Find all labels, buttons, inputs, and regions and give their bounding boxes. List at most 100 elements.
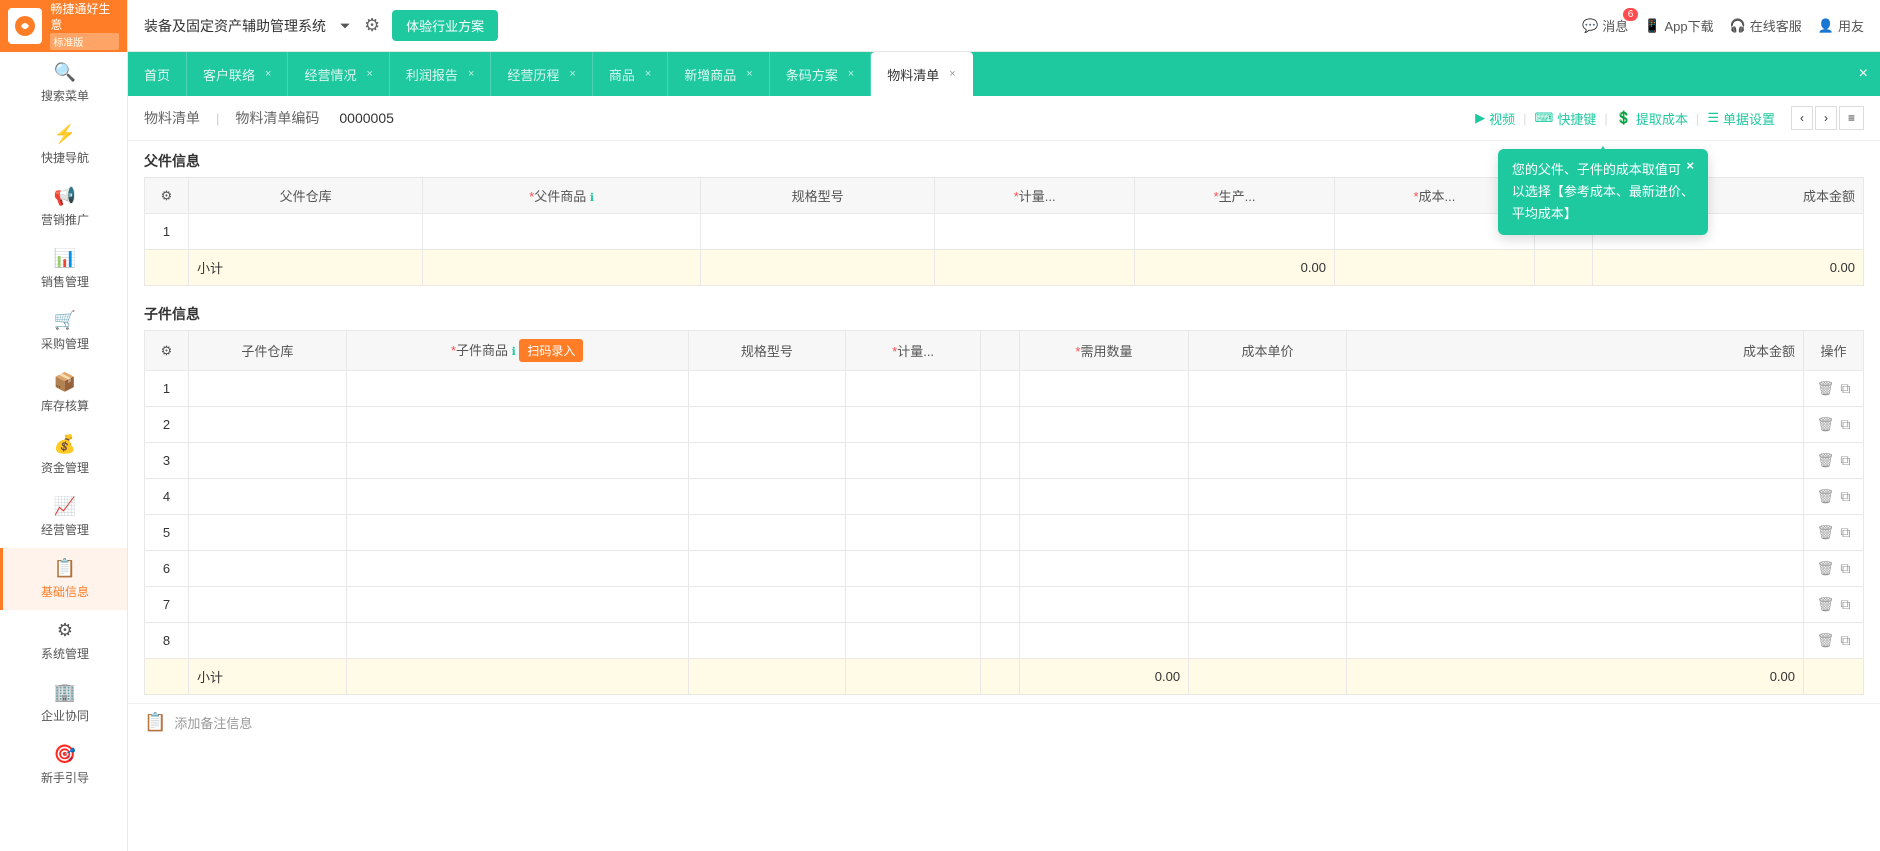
parent-cell-spec[interactable] bbox=[701, 214, 935, 250]
tooltip-close-icon[interactable]: × bbox=[1686, 159, 1694, 172]
tab-new-product[interactable]: 新增商品 × bbox=[668, 52, 769, 96]
app-download-item[interactable]: 📱 App下载 bbox=[1644, 16, 1713, 35]
nav-next[interactable]: › bbox=[1815, 106, 1837, 130]
bottom-text[interactable]: 添加备注信息 bbox=[174, 713, 252, 732]
child-cell-unit-7[interactable] bbox=[846, 587, 981, 623]
child-cell-unit-cost-1[interactable] bbox=[1189, 371, 1347, 407]
child-th-gear[interactable]: ⚙ bbox=[145, 331, 189, 371]
copy-icon-5[interactable]: ⧉ bbox=[1840, 524, 1850, 541]
child-cell-unit-cost-4[interactable] bbox=[1189, 479, 1347, 515]
copy-icon-2[interactable]: ⧉ bbox=[1840, 416, 1850, 433]
tab-bom-close[interactable]: × bbox=[949, 68, 955, 80]
nav-prev[interactable]: ‹ bbox=[1791, 106, 1813, 130]
child-cell-warehouse-8[interactable] bbox=[189, 623, 347, 659]
action-cost[interactable]: 💲 提取成本 × 您的父件、子件的成本取值可以选择【参考成本、最新进价、平均成本… bbox=[1616, 109, 1688, 128]
child-cell-product-1[interactable] bbox=[346, 371, 688, 407]
scan-button[interactable]: 扫码录入 bbox=[519, 339, 583, 362]
child-cell-warehouse-3[interactable] bbox=[189, 443, 347, 479]
child-cell-product-7[interactable] bbox=[346, 587, 688, 623]
child-cell-qty-3[interactable] bbox=[1019, 443, 1188, 479]
child-cell-spec-2[interactable] bbox=[688, 407, 846, 443]
child-cell-product-3[interactable] bbox=[346, 443, 688, 479]
delete-icon-8[interactable]: 🗑 bbox=[1817, 632, 1835, 649]
child-cell-warehouse-6[interactable] bbox=[189, 551, 347, 587]
tab-profit[interactable]: 利润报告 × bbox=[390, 52, 491, 96]
delete-icon-3[interactable]: 🗑 bbox=[1817, 452, 1835, 469]
sidebar-item-basic[interactable]: 📋 基础信息 bbox=[0, 548, 127, 610]
message-item[interactable]: 💬 消息 6 bbox=[1582, 16, 1628, 35]
delete-icon-6[interactable]: 🗑 bbox=[1817, 560, 1835, 577]
child-cell-unit-cost-7[interactable] bbox=[1189, 587, 1347, 623]
sidebar-item-enterprise[interactable]: 🏢 企业协同 bbox=[0, 672, 127, 734]
child-cell-qty-6[interactable] bbox=[1019, 551, 1188, 587]
child-cell-unit-4[interactable] bbox=[846, 479, 981, 515]
copy-icon-4[interactable]: ⧉ bbox=[1840, 488, 1850, 505]
child-cell-product-6[interactable] bbox=[346, 551, 688, 587]
child-cell-spec-7[interactable] bbox=[688, 587, 846, 623]
sidebar-item-quicknav[interactable]: ⚡ 快捷导航 bbox=[0, 114, 127, 176]
settings-icon[interactable]: ⚙ bbox=[364, 15, 380, 36]
tabs-close-all[interactable]: × bbox=[1847, 65, 1880, 83]
tab-home[interactable]: 首页 bbox=[128, 52, 187, 96]
tab-barcode[interactable]: 条码方案 × bbox=[770, 52, 871, 96]
child-cell-unit-cost-6[interactable] bbox=[1189, 551, 1347, 587]
user-avatar-item[interactable]: 👤 用友 bbox=[1818, 16, 1864, 35]
sidebar-item-system[interactable]: ⚙ 系统管理 bbox=[0, 610, 127, 672]
child-cell-spec-6[interactable] bbox=[688, 551, 846, 587]
child-cell-spec-3[interactable] bbox=[688, 443, 846, 479]
child-cell-spec-1[interactable] bbox=[688, 371, 846, 407]
child-cell-unit-1[interactable] bbox=[846, 371, 981, 407]
sidebar-item-marketing[interactable]: 📢 营销推广 bbox=[0, 176, 127, 238]
tab-new-product-close[interactable]: × bbox=[746, 68, 752, 80]
child-cell-spec-8[interactable] bbox=[688, 623, 846, 659]
copy-icon-3[interactable]: ⧉ bbox=[1840, 452, 1850, 469]
sidebar-item-search[interactable]: 🔍 搜索菜单 bbox=[0, 52, 127, 114]
action-doc-settings[interactable]: ☰ 单据设置 bbox=[1707, 109, 1775, 128]
child-cell-unit-8[interactable] bbox=[846, 623, 981, 659]
delete-icon-4[interactable]: 🗑 bbox=[1817, 488, 1835, 505]
sidebar-item-guide[interactable]: 🎯 新手引导 bbox=[0, 734, 127, 796]
sidebar-item-purchase[interactable]: 🛒 采购管理 bbox=[0, 300, 127, 362]
child-cell-unit-cost-8[interactable] bbox=[1189, 623, 1347, 659]
child-cell-qty-4[interactable] bbox=[1019, 479, 1188, 515]
tab-product-close[interactable]: × bbox=[645, 68, 651, 80]
copy-icon-7[interactable]: ⧉ bbox=[1840, 596, 1850, 613]
action-shortcut[interactable]: ⌨ 快捷键 bbox=[1535, 109, 1597, 128]
child-cell-qty-7[interactable] bbox=[1019, 587, 1188, 623]
child-cell-unit-cost-5[interactable] bbox=[1189, 515, 1347, 551]
copy-icon-8[interactable]: ⧉ bbox=[1840, 632, 1850, 649]
tab-history-close[interactable]: × bbox=[569, 68, 575, 80]
parent-th-gear[interactable]: ⚙ bbox=[145, 178, 189, 214]
child-cell-warehouse-2[interactable] bbox=[189, 407, 347, 443]
parent-cell-production[interactable] bbox=[1135, 214, 1335, 250]
tab-barcode-close[interactable]: × bbox=[848, 68, 854, 80]
child-cell-unit-cost-2[interactable] bbox=[1189, 407, 1347, 443]
child-cell-unit-2[interactable] bbox=[846, 407, 981, 443]
parent-cell-warehouse[interactable] bbox=[189, 214, 423, 250]
parent-cell-unit[interactable] bbox=[935, 214, 1135, 250]
child-cell-warehouse-4[interactable] bbox=[189, 479, 347, 515]
tab-operation-close[interactable]: × bbox=[366, 68, 372, 80]
view-list[interactable]: ≡ bbox=[1839, 106, 1864, 130]
action-view[interactable]: ▶ 视频 bbox=[1475, 109, 1515, 128]
child-cell-qty-8[interactable] bbox=[1019, 623, 1188, 659]
tab-customer-close[interactable]: × bbox=[265, 68, 271, 80]
child-cell-product-5[interactable] bbox=[346, 515, 688, 551]
sidebar-item-sales[interactable]: 📊 销售管理 bbox=[0, 238, 127, 300]
tab-profit-close[interactable]: × bbox=[468, 68, 474, 80]
copy-icon-1[interactable]: ⧉ bbox=[1840, 380, 1850, 397]
tab-bom[interactable]: 物料清单 × bbox=[871, 52, 972, 96]
tab-product[interactable]: 商品 × bbox=[593, 52, 668, 96]
child-cell-product-8[interactable] bbox=[346, 623, 688, 659]
copy-icon-6[interactable]: ⧉ bbox=[1840, 560, 1850, 577]
child-cell-unit-6[interactable] bbox=[846, 551, 981, 587]
tab-history[interactable]: 经营历程 × bbox=[491, 52, 592, 96]
child-cell-unit-3[interactable] bbox=[846, 443, 981, 479]
tab-customer[interactable]: 客户联络 × bbox=[187, 52, 288, 96]
child-cell-unit-cost-3[interactable] bbox=[1189, 443, 1347, 479]
delete-icon-5[interactable]: 🗑 bbox=[1817, 524, 1835, 541]
online-service-item[interactable]: 🎧 在线客服 bbox=[1730, 16, 1802, 35]
experience-button[interactable]: 体验行业方案 bbox=[392, 10, 498, 41]
child-cell-product-4[interactable] bbox=[346, 479, 688, 515]
child-cell-qty-1[interactable] bbox=[1019, 371, 1188, 407]
